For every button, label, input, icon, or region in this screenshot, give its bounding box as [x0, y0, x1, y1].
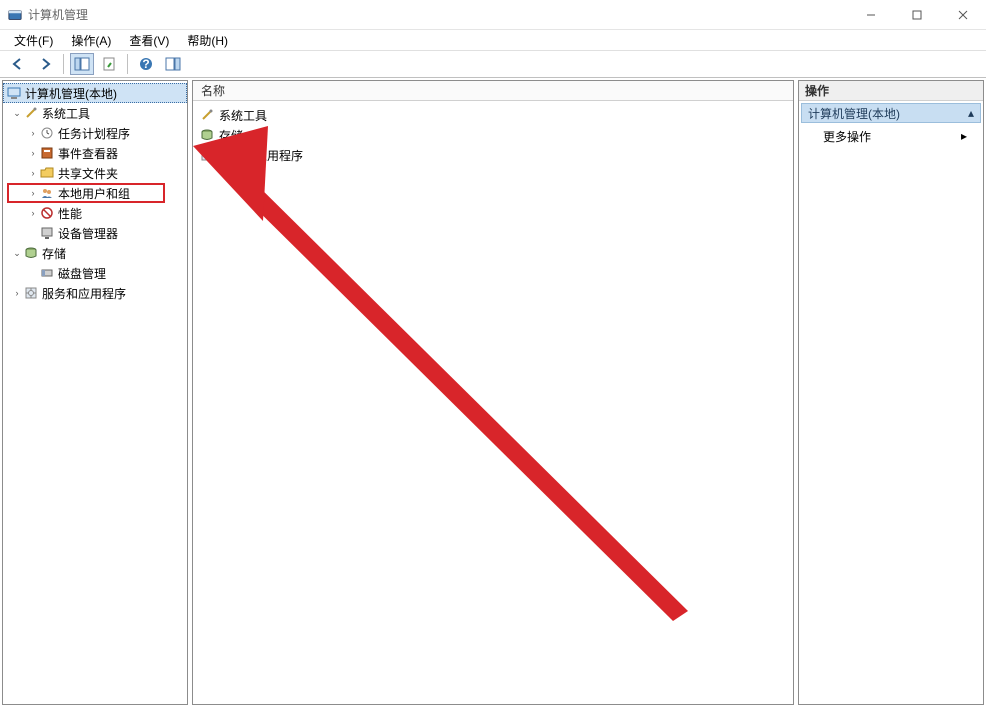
properties-button[interactable] — [97, 53, 121, 75]
list-row-label: 服务和应用程序 — [219, 147, 303, 164]
close-button[interactable] — [940, 0, 986, 30]
menubar: 文件(F) 操作(A) 查看(V) 帮助(H) — [0, 30, 986, 50]
tree-services-apps[interactable]: › 服务和应用程序 — [3, 283, 187, 303]
storage-icon — [23, 245, 39, 261]
forward-button[interactable] — [33, 53, 57, 75]
window-title: 计算机管理 — [28, 6, 848, 23]
annotation-arrow — [193, 81, 793, 701]
tree-system-tools[interactable]: ⌄ 系统工具 — [3, 103, 187, 123]
toolbar-separator — [127, 54, 128, 74]
tree-disk-management[interactable]: 磁盘管理 — [3, 263, 187, 283]
expand-icon[interactable]: › — [27, 128, 39, 138]
menu-action[interactable]: 操作(A) — [65, 31, 117, 50]
action-pane-header-label: 操作 — [805, 82, 829, 99]
tree-shared-folders-label: 共享文件夹 — [58, 165, 118, 182]
tree-device-manager-label: 设备管理器 — [58, 225, 118, 242]
window-controls — [848, 0, 986, 30]
list-row-label: 存储 — [219, 127, 243, 144]
event-icon — [39, 145, 55, 161]
tree-system-tools-label: 系统工具 — [42, 105, 90, 122]
column-name: 名称 — [201, 82, 225, 99]
folder-icon — [39, 165, 55, 181]
clock-icon — [39, 125, 55, 141]
tools-icon — [23, 105, 39, 121]
disk-icon — [39, 265, 55, 281]
tree-performance-label: 性能 — [58, 205, 82, 222]
list-row-system-tools[interactable]: 系统工具 — [199, 105, 787, 125]
performance-icon — [39, 205, 55, 221]
tree-task-scheduler-label: 任务计划程序 — [58, 125, 130, 142]
list-row-label: 系统工具 — [219, 107, 267, 124]
tree-local-users[interactable]: › 本地用户和组 — [3, 183, 187, 203]
action-pane-header: 操作 — [799, 81, 983, 101]
tree-local-users-label: 本地用户和组 — [58, 185, 130, 202]
tree-storage[interactable]: ⌄ 存储 — [3, 243, 187, 263]
tree-event-viewer-label: 事件查看器 — [58, 145, 118, 162]
show-tree-button[interactable] — [70, 53, 94, 75]
expand-icon[interactable]: › — [27, 148, 39, 158]
help-button[interactable]: ? — [134, 53, 158, 75]
tree-performance[interactable]: › 性能 — [3, 203, 187, 223]
collapse-icon[interactable]: ⌄ — [11, 108, 23, 119]
tree-task-scheduler[interactable]: › 任务计划程序 — [3, 123, 187, 143]
action-context-label: 计算机管理(本地) — [808, 105, 900, 122]
toolbar: ? — [0, 50, 986, 78]
list-body: 系统工具 存储 服务和应用程序 — [193, 101, 793, 169]
action-context[interactable]: 计算机管理(本地) ▴ — [801, 103, 981, 123]
expand-icon[interactable]: › — [27, 188, 39, 198]
services-icon — [199, 147, 215, 163]
tree-services-apps-label: 服务和应用程序 — [42, 285, 126, 302]
minimize-button[interactable] — [848, 0, 894, 30]
body: 计算机管理(本地) ⌄ 系统工具 › 任务计划程序 › 事件查看器 › 共享文件 — [0, 78, 986, 707]
action-more[interactable]: 更多操作 ▸ — [799, 125, 983, 147]
menu-help[interactable]: 帮助(H) — [181, 31, 234, 50]
list-header[interactable]: 名称 — [193, 81, 793, 101]
app-icon — [8, 8, 22, 22]
tree: 计算机管理(本地) ⌄ 系统工具 › 任务计划程序 › 事件查看器 › 共享文件 — [3, 81, 187, 305]
action-pane: 操作 计算机管理(本地) ▴ 更多操作 ▸ — [798, 80, 984, 705]
expand-icon[interactable]: › — [27, 208, 39, 218]
tree-storage-label: 存储 — [42, 245, 66, 262]
maximize-button[interactable] — [894, 0, 940, 30]
menu-file[interactable]: 文件(F) — [8, 31, 59, 50]
computer-icon — [6, 85, 22, 101]
users-icon — [39, 185, 55, 201]
collapse-icon[interactable]: ⌄ — [11, 248, 23, 259]
toolbar-separator — [63, 54, 64, 74]
tree-pane: 计算机管理(本地) ⌄ 系统工具 › 任务计划程序 › 事件查看器 › 共享文件 — [2, 80, 188, 705]
tree-event-viewer[interactable]: › 事件查看器 — [3, 143, 187, 163]
tree-shared-folders[interactable]: › 共享文件夹 — [3, 163, 187, 183]
svg-text:?: ? — [142, 57, 149, 71]
list-row-storage[interactable]: 存储 — [199, 125, 787, 145]
list-row-services-apps[interactable]: 服务和应用程序 — [199, 145, 787, 165]
titlebar: 计算机管理 — [0, 0, 986, 30]
action-more-label: 更多操作 — [823, 128, 871, 145]
tree-root[interactable]: 计算机管理(本地) — [3, 83, 187, 103]
list-pane: 名称 系统工具 存储 服务和应用程序 — [192, 80, 794, 705]
tools-icon — [199, 107, 215, 123]
menu-view[interactable]: 查看(V) — [123, 31, 175, 50]
storage-icon — [199, 127, 215, 143]
chevron-right-icon: ▸ — [961, 129, 967, 143]
show-action-pane-button[interactable] — [161, 53, 185, 75]
services-icon — [23, 285, 39, 301]
collapse-icon: ▴ — [968, 106, 974, 120]
expand-icon[interactable]: › — [11, 288, 23, 298]
tree-root-label: 计算机管理(本地) — [25, 85, 117, 102]
back-button[interactable] — [6, 53, 30, 75]
expand-icon[interactable]: › — [27, 168, 39, 178]
device-icon — [39, 225, 55, 241]
tree-device-manager[interactable]: 设备管理器 — [3, 223, 187, 243]
tree-disk-management-label: 磁盘管理 — [58, 265, 106, 282]
